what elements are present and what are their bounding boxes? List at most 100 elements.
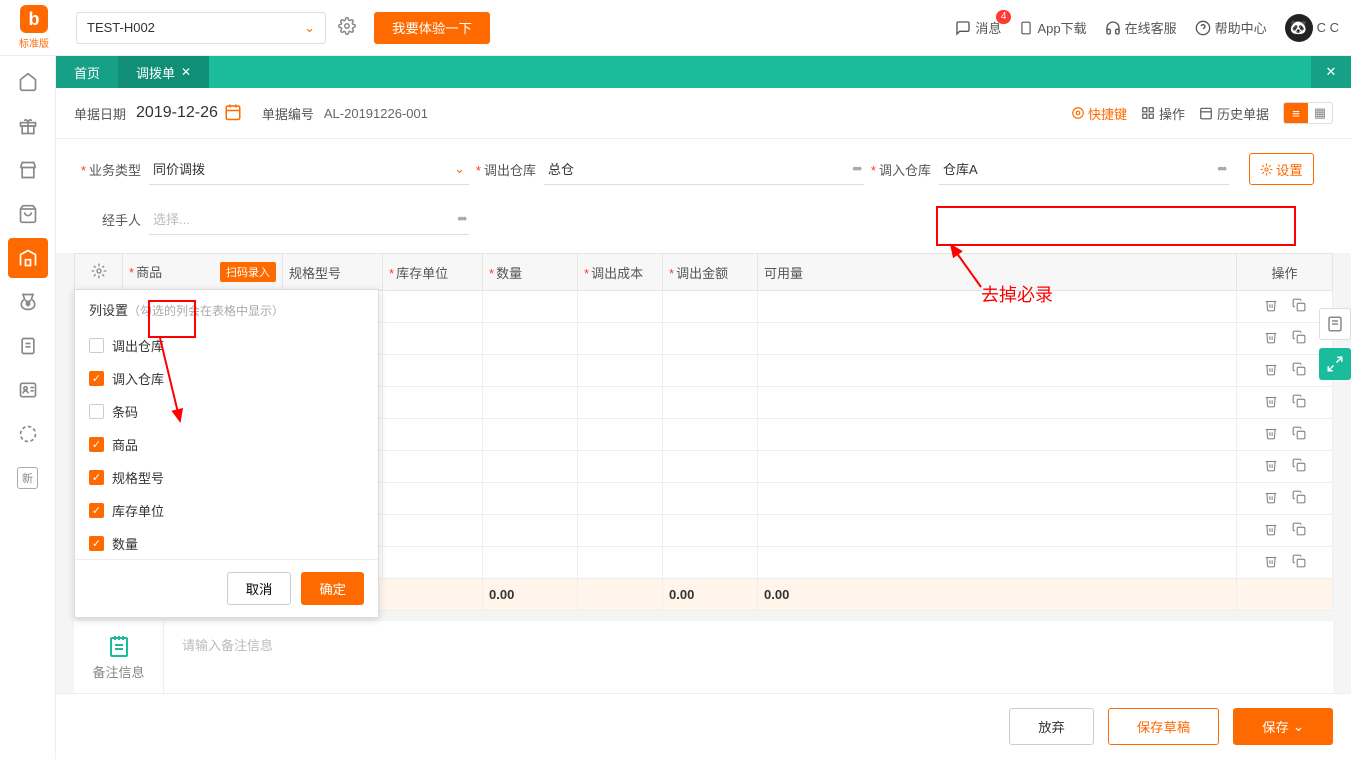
- checkbox[interactable]: ✓: [89, 503, 104, 518]
- remark-label: 备注信息: [74, 621, 164, 693]
- gear-icon[interactable]: [338, 17, 356, 38]
- user-menu[interactable]: 🐼 C C: [1285, 14, 1339, 42]
- gear-icon: [1260, 163, 1273, 176]
- nav-money-icon[interactable]: ¥: [8, 282, 48, 322]
- save-button[interactable]: 保存 ⌄: [1233, 708, 1333, 745]
- expand-rail-icon[interactable]: [1319, 348, 1351, 380]
- nav-warehouse-icon[interactable]: [8, 238, 48, 278]
- avatar: 🐼: [1285, 14, 1313, 42]
- column-option[interactable]: ✓库存单位: [89, 494, 364, 527]
- operation-link[interactable]: 操作: [1141, 104, 1185, 123]
- gear-icon: [91, 263, 107, 279]
- handler-select[interactable]: 选择... •••: [149, 203, 469, 235]
- delete-icon[interactable]: [1264, 554, 1278, 571]
- nav-gift-icon[interactable]: [8, 106, 48, 146]
- svg-text:¥: ¥: [26, 300, 30, 307]
- view-grid-icon[interactable]: ▦: [1308, 103, 1332, 123]
- column-list[interactable]: 调出仓库✓调入仓库条码✓商品✓规格型号✓库存单位✓数量单位2: [75, 329, 378, 559]
- column-option[interactable]: 调出仓库: [89, 329, 364, 362]
- delete-icon[interactable]: [1264, 490, 1278, 507]
- content-area: 首页 调拨单 ✕ ✕ 单据日期 2019-12-26 单据编号 AL-20191…: [56, 56, 1351, 759]
- note-icon: [107, 634, 131, 658]
- scan-button[interactable]: 扫码录入: [220, 262, 276, 282]
- copy-icon[interactable]: [1292, 298, 1306, 315]
- copy-icon[interactable]: [1292, 522, 1306, 539]
- cancel-button[interactable]: 取消: [227, 572, 292, 605]
- biz-type-select[interactable]: 同价调拨 ⌄: [149, 153, 469, 185]
- history-link[interactable]: 历史单据: [1199, 104, 1269, 123]
- nav-loading-icon[interactable]: [8, 414, 48, 454]
- delete-icon[interactable]: [1264, 330, 1278, 347]
- delete-icon[interactable]: [1264, 298, 1278, 315]
- column-option[interactable]: ✓调入仓库: [89, 362, 364, 395]
- trial-button[interactable]: 我要体验一下: [374, 12, 490, 44]
- copy-icon[interactable]: [1292, 330, 1306, 347]
- close-icon[interactable]: ✕: [181, 65, 191, 79]
- nav-home-icon[interactable]: [8, 62, 48, 102]
- column-settings-cell[interactable]: [75, 254, 123, 291]
- help-center-link[interactable]: 帮助中心: [1195, 18, 1267, 37]
- delete-icon[interactable]: [1264, 362, 1278, 379]
- copy-icon[interactable]: [1292, 554, 1306, 571]
- checkbox[interactable]: [89, 404, 104, 419]
- delete-icon[interactable]: [1264, 394, 1278, 411]
- th-operation: 操作: [1237, 254, 1333, 291]
- copy-icon[interactable]: [1292, 362, 1306, 379]
- nav-new-icon[interactable]: 新: [8, 458, 48, 498]
- close-all-tabs[interactable]: ✕: [1311, 56, 1351, 88]
- checkbox[interactable]: [89, 338, 104, 353]
- nav-store-icon[interactable]: [8, 150, 48, 190]
- nav-bag-icon[interactable]: [8, 194, 48, 234]
- messages-link[interactable]: 消息 4: [955, 18, 1001, 37]
- view-list-icon[interactable]: ≡: [1284, 103, 1308, 123]
- remark-input[interactable]: 请输入备注信息: [164, 621, 1333, 693]
- th-product: *商品扫码录入: [123, 254, 283, 291]
- date-label: 单据日期: [74, 104, 126, 123]
- calendar-icon[interactable]: [224, 103, 242, 124]
- th-qty: *数量: [483, 254, 578, 291]
- column-option[interactable]: 条码: [89, 395, 364, 428]
- in-wh-label: 调入仓库: [864, 160, 939, 179]
- delete-icon[interactable]: [1264, 458, 1278, 475]
- copy-icon[interactable]: [1292, 490, 1306, 507]
- nav-clipboard-icon[interactable]: [8, 326, 48, 366]
- more-icon: •••: [457, 211, 465, 226]
- copy-icon[interactable]: [1292, 458, 1306, 475]
- detail-table: *商品扫码录入 规格型号 *库存单位 *数量 *调出成本 *调出金额 可用量 操…: [74, 253, 1333, 611]
- copy-icon[interactable]: [1292, 426, 1306, 443]
- tab-home[interactable]: 首页: [56, 56, 118, 88]
- delete-icon[interactable]: [1264, 522, 1278, 539]
- in-warehouse-group: 调入仓库 仓库A •••: [864, 153, 1229, 185]
- date-value[interactable]: 2019-12-26: [136, 104, 218, 122]
- checkbox[interactable]: ✓: [89, 437, 104, 452]
- column-option[interactable]: ✓规格型号: [89, 461, 364, 494]
- copy-icon[interactable]: [1292, 394, 1306, 411]
- more-icon: •••: [1217, 161, 1225, 176]
- in-wh-select[interactable]: 仓库A •••: [939, 153, 1229, 185]
- out-wh-select[interactable]: 总仓 •••: [544, 153, 864, 185]
- tab-transfer[interactable]: 调拨单 ✕: [118, 56, 209, 88]
- checkbox[interactable]: ✓: [89, 470, 104, 485]
- th-cost: *调出成本: [578, 254, 663, 291]
- confirm-button[interactable]: 确定: [301, 572, 364, 605]
- note-rail-icon[interactable]: [1319, 308, 1351, 340]
- shortcut-link[interactable]: 快捷键: [1071, 104, 1127, 123]
- message-badge: 4: [996, 10, 1012, 24]
- logo-icon: b: [20, 5, 48, 33]
- handler-label: 经手人: [74, 210, 149, 229]
- app-download-link[interactable]: App下载: [1019, 18, 1086, 37]
- more-icon: •••: [852, 161, 860, 176]
- th-unit: *库存单位: [383, 254, 483, 291]
- org-select[interactable]: TEST-H002 ⌄: [76, 12, 326, 44]
- delete-icon[interactable]: [1264, 426, 1278, 443]
- column-option[interactable]: ✓商品: [89, 428, 364, 461]
- column-option[interactable]: ✓数量: [89, 527, 364, 559]
- doc-header: 单据日期 2019-12-26 单据编号 AL-20191226-001 快捷键…: [56, 88, 1351, 139]
- checkbox[interactable]: ✓: [89, 536, 104, 551]
- save-draft-button[interactable]: 保存草稿: [1108, 708, 1219, 745]
- online-service-link[interactable]: 在线客服: [1105, 18, 1177, 37]
- nav-contact-icon[interactable]: [8, 370, 48, 410]
- settings-button[interactable]: 设置: [1249, 153, 1314, 185]
- checkbox[interactable]: ✓: [89, 371, 104, 386]
- discard-button[interactable]: 放弃: [1009, 708, 1094, 745]
